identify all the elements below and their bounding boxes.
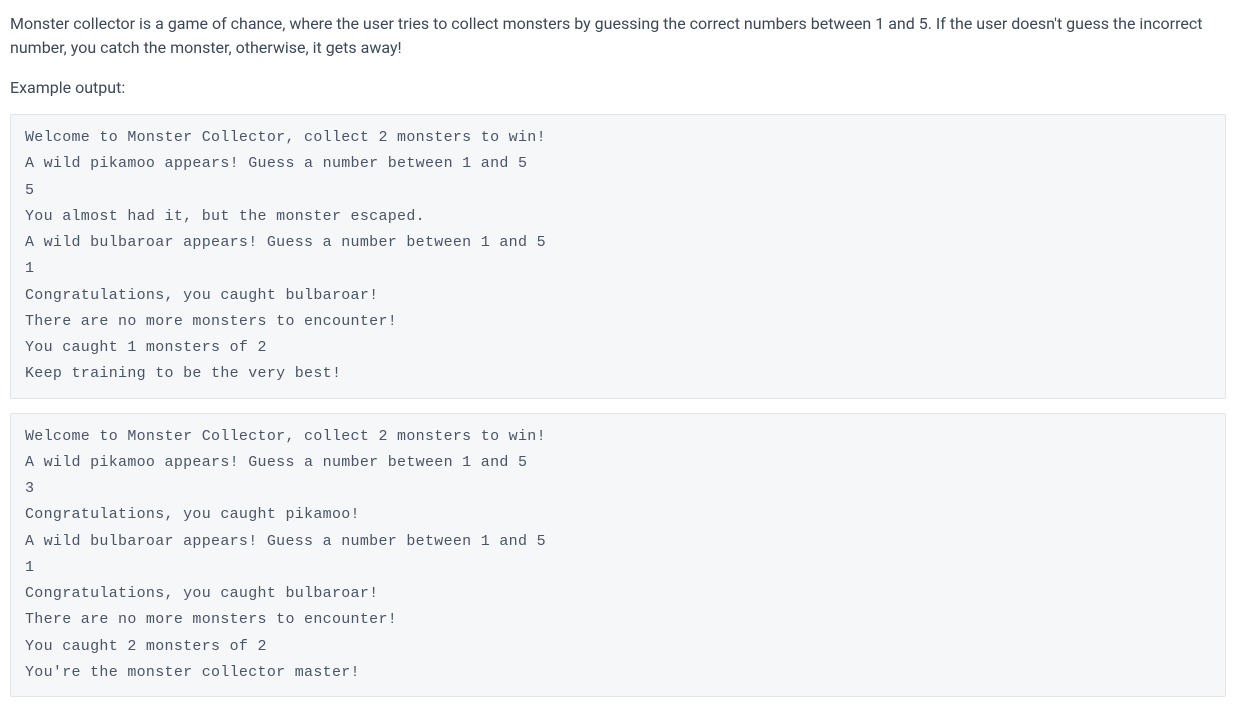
intro-paragraph: Monster collector is a game of chance, w… [10, 12, 1226, 60]
example-output-block-2: Welcome to Monster Collector, collect 2 … [10, 413, 1226, 698]
example-output-label: Example output: [10, 76, 1226, 100]
example-output-block-1: Welcome to Monster Collector, collect 2 … [10, 114, 1226, 399]
